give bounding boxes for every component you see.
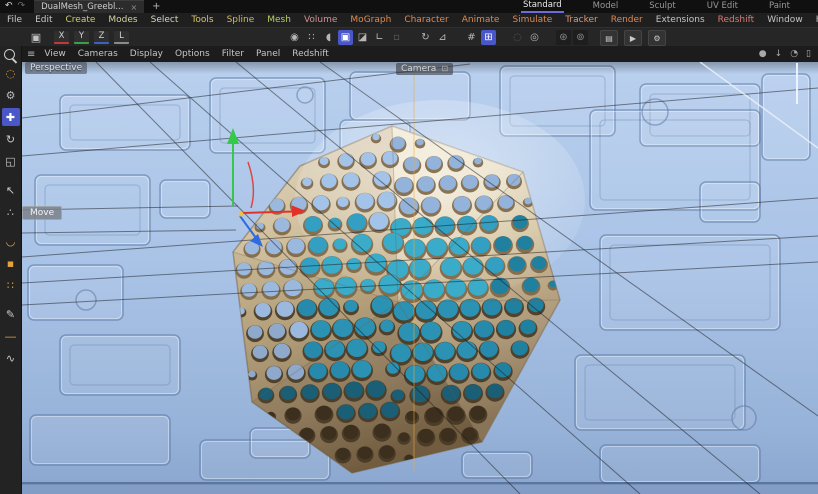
menu-edit[interactable]: Edit — [35, 15, 52, 25]
menu-extensions[interactable]: Extensions — [656, 15, 705, 25]
axis-l-button[interactable]: L — [114, 30, 129, 44]
scale-tool-icon[interactable]: ◱ — [2, 152, 20, 170]
model-mode-icon[interactable]: ◪ — [355, 30, 370, 45]
target-icon[interactable]: ◎ — [527, 30, 542, 45]
viewport-menu-icon[interactable]: ≡ — [27, 49, 35, 60]
mode-icon-group: ◉ ∷ ◖ ▣ ◪ ∟ ▫ ↻ ⊿ # ⊞ ◌ ◎ ⊛ ⊚ — [287, 29, 588, 45]
main-toolbar: ▣ XYZL ◉ ∷ ◖ ▣ ◪ ∟ ▫ ↻ ⊿ # ⊞ ◌ ◎ ⊛ ⊚ ▤ ▶ ⚙ — [0, 27, 818, 46]
tool-palette: ◌ ⚙ ✚ ↻ ◱ ↖ ∴ ◡ ▪ ∷ ✎ ― ∿ — [0, 46, 22, 494]
redo-icon[interactable]: ↷ — [18, 0, 26, 13]
menu-redshift[interactable]: Redshift — [718, 15, 755, 25]
view-name-label[interactable]: Perspective — [25, 62, 88, 74]
download-icon[interactable]: ↓ — [775, 49, 783, 59]
spline-arc-icon[interactable]: ◡ — [2, 232, 20, 250]
edges-mode-icon[interactable]: ◖ — [321, 30, 336, 45]
viewport-menu-redshift[interactable]: Redshift — [292, 49, 329, 59]
selection-settings-icon[interactable]: ⚙ — [2, 86, 20, 104]
viewport[interactable]: Perspective Camera ⊡ Move — [22, 62, 818, 494]
redshift-light-icon[interactable]: ⊚ — [573, 29, 588, 45]
viewport-menubar: ≡ View Cameras Display Options Filter Panel Re… — [22, 46, 818, 62]
menu-animate[interactable]: Animate — [462, 15, 500, 25]
layout-tab-model[interactable]: Model — [591, 1, 621, 12]
axis-lock-group: XYZL — [54, 30, 129, 44]
texture-mode-icon[interactable]: ▫ — [389, 30, 404, 45]
menu-volume[interactable]: Volume — [304, 15, 337, 25]
menu-window[interactable]: Window — [767, 15, 803, 25]
menu-modes[interactable]: Modes — [108, 15, 137, 25]
live-selection-icon[interactable]: ◌ — [2, 64, 20, 82]
spline-smooth-icon[interactable]: ∿ — [2, 349, 20, 367]
render-settings-icon[interactable]: ⚙ — [648, 30, 666, 46]
polygons-mode-icon[interactable]: ▣ — [338, 29, 353, 45]
camera-label[interactable]: Camera ⊡ — [396, 63, 454, 75]
viewport-menu: View Cameras Display Options Filter Panel Reds… — [44, 49, 328, 59]
tweak-move-icon[interactable]: ↖ — [2, 181, 20, 199]
layout-tabs: Standard Model Sculpt UV Edit Paint — [521, 0, 818, 13]
viewport-menu-view[interactable]: View — [44, 49, 65, 59]
render-view-icon[interactable]: ▤ — [600, 30, 618, 46]
frame-view-icon[interactable]: ▣ — [27, 31, 45, 44]
menu-spline[interactable]: Spline — [227, 15, 255, 25]
redshift-material-icon[interactable]: ⊛ — [556, 29, 571, 45]
menu-simulate[interactable]: Simulate — [512, 15, 552, 25]
knife-tool-icon[interactable]: ✎ — [2, 305, 20, 323]
layout-tab-uv-edit[interactable]: UV Edit — [705, 1, 740, 12]
viewport-menu-cameras[interactable]: Cameras — [78, 49, 118, 59]
history-icon[interactable]: ◔ — [790, 49, 798, 59]
axis-x-button[interactable]: X — [54, 30, 69, 44]
viewport-corner-icons: ● ↓ ◔ ▯ — [759, 49, 818, 59]
layout-tab-sculpt[interactable]: Sculpt — [647, 1, 678, 12]
new-tab-button[interactable]: + — [152, 1, 160, 12]
camera-icon: ⊡ — [441, 64, 449, 73]
layout-tab-standard[interactable]: Standard — [521, 0, 564, 13]
projection-icon[interactable]: ⊿ — [435, 30, 450, 45]
menu-mograph[interactable]: MoGraph — [350, 15, 391, 25]
camera-label-text: Camera — [401, 64, 437, 74]
axis-y-button[interactable]: Y — [74, 30, 89, 44]
workplane-icon[interactable]: ↻ — [418, 30, 433, 45]
make-editable-icon[interactable]: ◉ — [287, 30, 302, 45]
spline-cluster-icon[interactable]: ∷ — [2, 276, 20, 294]
snap-enabled-icon[interactable]: ⊞ — [481, 29, 496, 45]
close-tab-icon[interactable]: × — [130, 3, 137, 12]
viewport-menu-display[interactable]: Display — [130, 49, 163, 59]
viewport-menu-filter[interactable]: Filter — [222, 49, 244, 59]
layout-tab-paint[interactable]: Paint — [767, 1, 792, 12]
menu-tools[interactable]: Tools — [191, 15, 213, 25]
main-menubar: File Edit Create Modes Select Tools Spline Mesh… — [0, 13, 818, 27]
tool-tooltip: Move — [22, 206, 63, 220]
menu-select[interactable]: Select — [151, 15, 179, 25]
menu-character[interactable]: Character — [404, 15, 448, 25]
spline-rect-icon[interactable]: ▪ — [2, 254, 20, 272]
menu-render[interactable]: Render — [611, 15, 643, 25]
render-button-group: ▤ ▶ ⚙ — [600, 30, 666, 46]
ghost-mode-icon[interactable]: ● — [759, 49, 767, 59]
document-tabbar: ↶ ↷ DualMesh_Greebl... × + Standard Model… — [0, 0, 818, 14]
viewport-menu-panel[interactable]: Panel — [256, 49, 280, 59]
search-icon[interactable] — [3, 48, 19, 64]
multi-tweak-icon[interactable]: ∴ — [2, 203, 20, 221]
menu-file[interactable]: File — [7, 15, 22, 25]
axis-mode-icon[interactable]: ∟ — [372, 30, 387, 45]
render-picture-viewer-icon[interactable]: ▶ — [624, 30, 642, 46]
menu-tracker[interactable]: Tracker — [565, 15, 597, 25]
detach-view-icon[interactable]: ▯ — [806, 49, 811, 59]
document-tab-title: DualMesh_Greebl... — [41, 2, 124, 12]
undo-icon[interactable]: ↶ — [5, 0, 13, 13]
quantize-icon[interactable]: ◌ — [510, 30, 525, 45]
menu-create[interactable]: Create — [66, 15, 96, 25]
menu-mesh[interactable]: Mesh — [267, 15, 291, 25]
axis-z-button[interactable]: Z — [94, 30, 109, 44]
viewport-menu-options[interactable]: Options — [175, 49, 210, 59]
line-pen-icon[interactable]: ― — [2, 327, 20, 345]
grid-snap-icon[interactable]: # — [464, 30, 479, 45]
document-tab[interactable]: DualMesh_Greebl... × — [34, 0, 145, 14]
points-mode-icon[interactable]: ∷ — [304, 30, 319, 45]
cinema4d-window: ↶ ↷ DualMesh_Greebl... × + Standard Model… — [0, 0, 818, 494]
rotate-tool-icon[interactable]: ↻ — [2, 130, 20, 148]
move-tool-icon[interactable]: ✚ — [1, 108, 20, 126]
